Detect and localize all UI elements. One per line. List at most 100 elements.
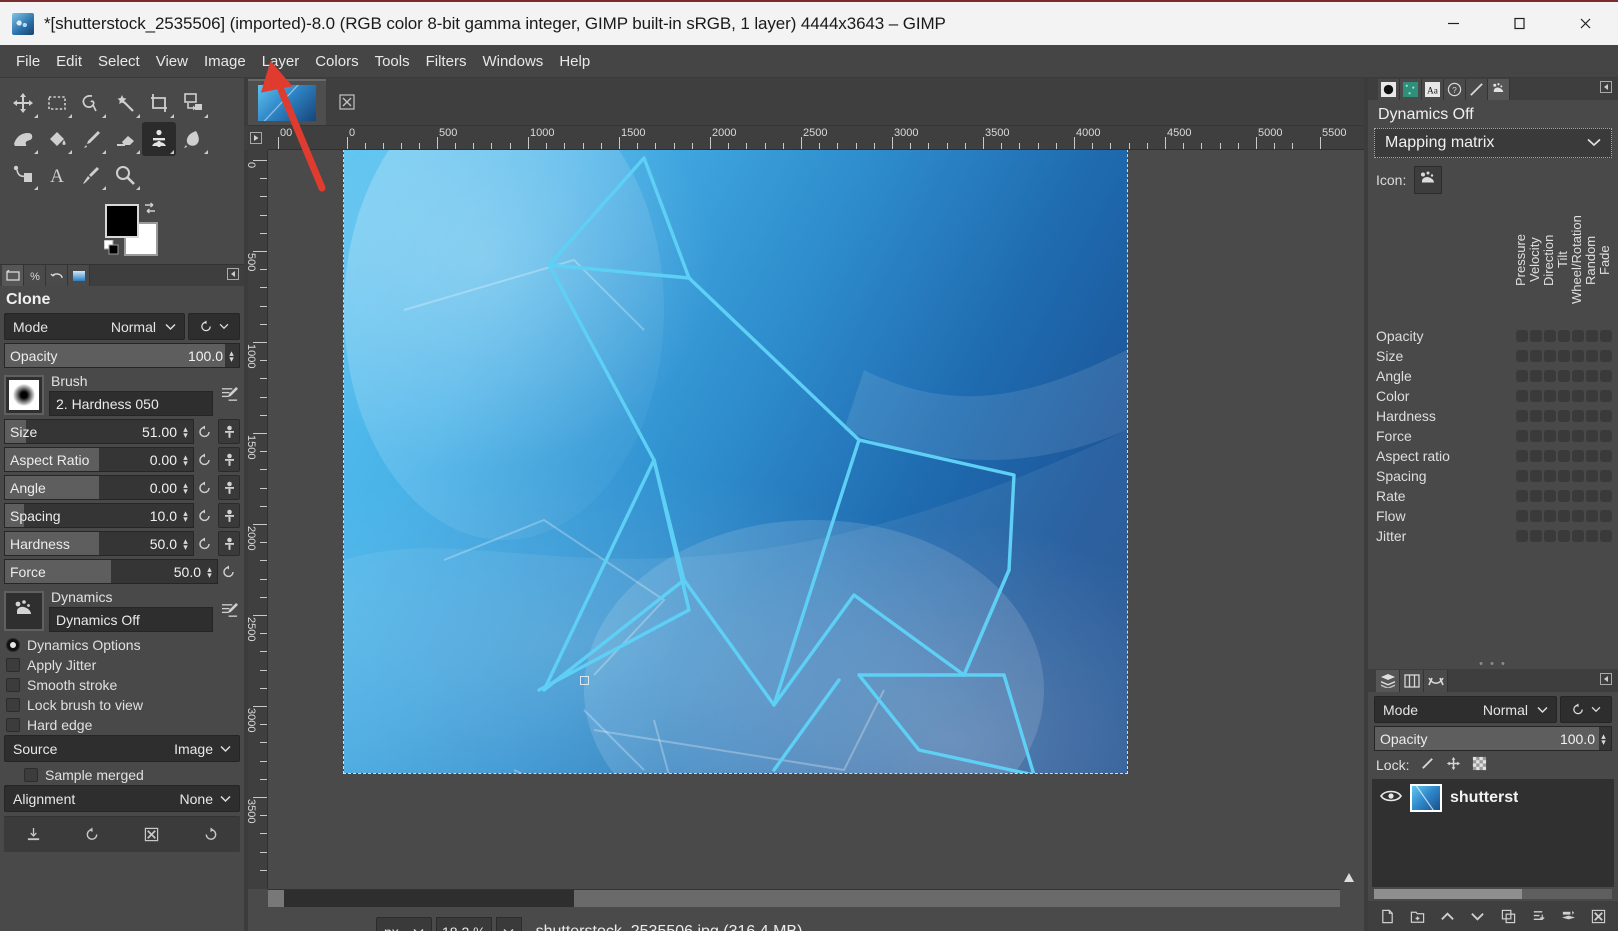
matrix-cell[interactable] xyxy=(1530,490,1542,502)
matrix-cell[interactable] xyxy=(1558,370,1570,382)
eraser-tool[interactable] xyxy=(108,122,142,156)
layers-horizontal-scrollbar[interactable] xyxy=(1374,889,1612,899)
matrix-cell[interactable] xyxy=(1544,330,1556,342)
matrix-cell[interactable] xyxy=(1572,350,1584,362)
paint-mode-reset-combo[interactable] xyxy=(188,313,240,340)
document-history-tab[interactable]: ? xyxy=(1444,78,1466,100)
foreground-color-swatch[interactable] xyxy=(105,204,139,238)
matrix-cell[interactable] xyxy=(1558,390,1570,402)
merge-down-icon[interactable] xyxy=(1558,905,1580,927)
menu-filters[interactable]: Filters xyxy=(418,49,475,74)
crop-tool[interactable] xyxy=(142,86,176,120)
matrix-cell[interactable] xyxy=(1544,410,1556,422)
matrix-cell[interactable] xyxy=(1586,390,1598,402)
horizontal-ruler[interactable]: 00 0 500 1000 1500 2000 2500 3000 3500 4… xyxy=(244,126,1368,150)
right-dock-menu-icon[interactable] xyxy=(1600,80,1612,98)
size-dynamics-link-icon[interactable] xyxy=(218,419,240,444)
spacing-spinner[interactable]: ▴ ▾ xyxy=(180,508,191,523)
horizontal-scrollbar-thumb[interactable] xyxy=(284,890,574,908)
patterns-tab[interactable] xyxy=(1400,78,1422,100)
move-tool[interactable] xyxy=(6,86,40,120)
reset-colors-icon[interactable] xyxy=(103,239,120,261)
size-spinner[interactable]: ▴ ▾ xyxy=(180,424,191,439)
delete-tool-preset-icon[interactable] xyxy=(135,822,169,848)
matrix-cell[interactable] xyxy=(1558,410,1570,422)
bucket-fill-tool[interactable] xyxy=(40,122,74,156)
brushes-tab[interactable] xyxy=(1378,78,1400,100)
matrix-cell[interactable] xyxy=(1544,350,1556,362)
matrix-cell[interactable] xyxy=(1558,430,1570,442)
force-slider[interactable]: Force 50.0 ▴ ▾ xyxy=(4,559,218,584)
matrix-cell[interactable] xyxy=(1544,390,1556,402)
restore-tool-preset-icon[interactable] xyxy=(76,822,110,848)
aspect-ratio-dynamics-link-icon[interactable] xyxy=(218,447,240,472)
matrix-cell[interactable] xyxy=(1530,430,1542,442)
matrix-cell[interactable] xyxy=(1544,530,1556,542)
spacing-slider[interactable]: Spacing 10.0 ▴ ▾ xyxy=(4,503,194,528)
matrix-cell[interactable] xyxy=(1530,450,1542,462)
matrix-cell[interactable] xyxy=(1558,490,1570,502)
edit-dynamics-icon[interactable] xyxy=(218,598,240,623)
menu-help[interactable]: Help xyxy=(551,49,598,74)
dynamics-icon-preview[interactable] xyxy=(1414,166,1443,194)
angle-dynamics-link-icon[interactable] xyxy=(218,475,240,500)
unit-combo[interactable]: px xyxy=(376,917,432,931)
menu-colors[interactable]: Colors xyxy=(307,49,366,74)
layers-tab[interactable] xyxy=(1376,669,1400,692)
zoom-tool[interactable] xyxy=(108,158,142,192)
matrix-cell[interactable] xyxy=(1530,410,1542,422)
paintbrush-tool[interactable] xyxy=(74,122,108,156)
matrix-cell[interactable] xyxy=(1516,350,1528,362)
matrix-cell[interactable] xyxy=(1558,510,1570,522)
gradient-preview-tab[interactable] xyxy=(68,265,90,286)
brush-preview[interactable] xyxy=(4,374,44,415)
fuzzy-select-tool[interactable] xyxy=(108,86,142,120)
layer-opacity-slider[interactable]: Opacity 100.0 ▴ ▾ xyxy=(1374,726,1612,751)
fonts-tab[interactable]: Aa xyxy=(1422,78,1444,100)
force-reset-icon[interactable] xyxy=(218,559,240,584)
paint-mode-combo[interactable]: Mode Normal xyxy=(4,313,185,340)
clone-tool[interactable] xyxy=(142,122,176,156)
save-tool-preset-icon[interactable] xyxy=(17,822,51,848)
dynamics-preview[interactable] xyxy=(4,590,44,631)
matrix-cell[interactable] xyxy=(1516,370,1528,382)
matrix-cell[interactable] xyxy=(1530,330,1542,342)
matrix-cell[interactable] xyxy=(1600,510,1612,522)
lock-pixels-icon[interactable] xyxy=(1420,756,1435,774)
layer-mode-reset-combo[interactable] xyxy=(1560,696,1612,723)
paths-tool[interactable] xyxy=(6,158,40,192)
close-image-icon[interactable] xyxy=(334,89,360,115)
matrix-cell[interactable] xyxy=(1558,470,1570,482)
force-spinner[interactable]: ▴ ▾ xyxy=(204,564,215,579)
matrix-cell[interactable] xyxy=(1600,350,1612,362)
free-select-tool[interactable] xyxy=(74,86,108,120)
source-combo[interactable]: Source Image xyxy=(4,735,240,762)
warp-transform-tool[interactable] xyxy=(6,122,40,156)
matrix-cell[interactable] xyxy=(1544,450,1556,462)
gradients-tab[interactable] xyxy=(1466,78,1488,100)
angle-slider[interactable]: Angle 0.00 ▴ ▾ xyxy=(4,475,194,500)
matrix-cell[interactable] xyxy=(1544,510,1556,522)
raise-layer-icon[interactable] xyxy=(1437,905,1459,927)
menu-windows[interactable]: Windows xyxy=(474,49,551,74)
lock-alpha-icon[interactable] xyxy=(1472,756,1487,774)
hardness-dynamics-link-icon[interactable] xyxy=(218,531,240,556)
hardness-reset-icon[interactable] xyxy=(194,531,216,556)
matrix-cell[interactable] xyxy=(1572,390,1584,402)
matrix-cell[interactable] xyxy=(1572,410,1584,422)
sample-merged-checkbox[interactable]: Sample merged xyxy=(0,765,244,785)
aspect-ratio-spinner[interactable]: ▴ ▾ xyxy=(180,452,191,467)
opacity-spinner[interactable]: ▴ ▾ xyxy=(226,348,237,363)
matrix-cell[interactable] xyxy=(1586,450,1598,462)
smooth-stroke-checkbox[interactable]: Smooth stroke xyxy=(0,675,244,695)
image-tab-thumbnail[interactable] xyxy=(248,78,326,125)
paths-tab[interactable] xyxy=(1424,669,1448,692)
matrix-cell[interactable] xyxy=(1572,370,1584,382)
matrix-cell[interactable] xyxy=(1530,390,1542,402)
matrix-cell[interactable] xyxy=(1600,330,1612,342)
ruler-origin-button[interactable] xyxy=(244,126,268,150)
size-slider[interactable]: Size 51.00 ▴ ▾ xyxy=(4,419,194,444)
menu-tools[interactable]: Tools xyxy=(367,49,418,74)
matrix-cell[interactable] xyxy=(1586,430,1598,442)
smudge-tool[interactable] xyxy=(176,122,210,156)
